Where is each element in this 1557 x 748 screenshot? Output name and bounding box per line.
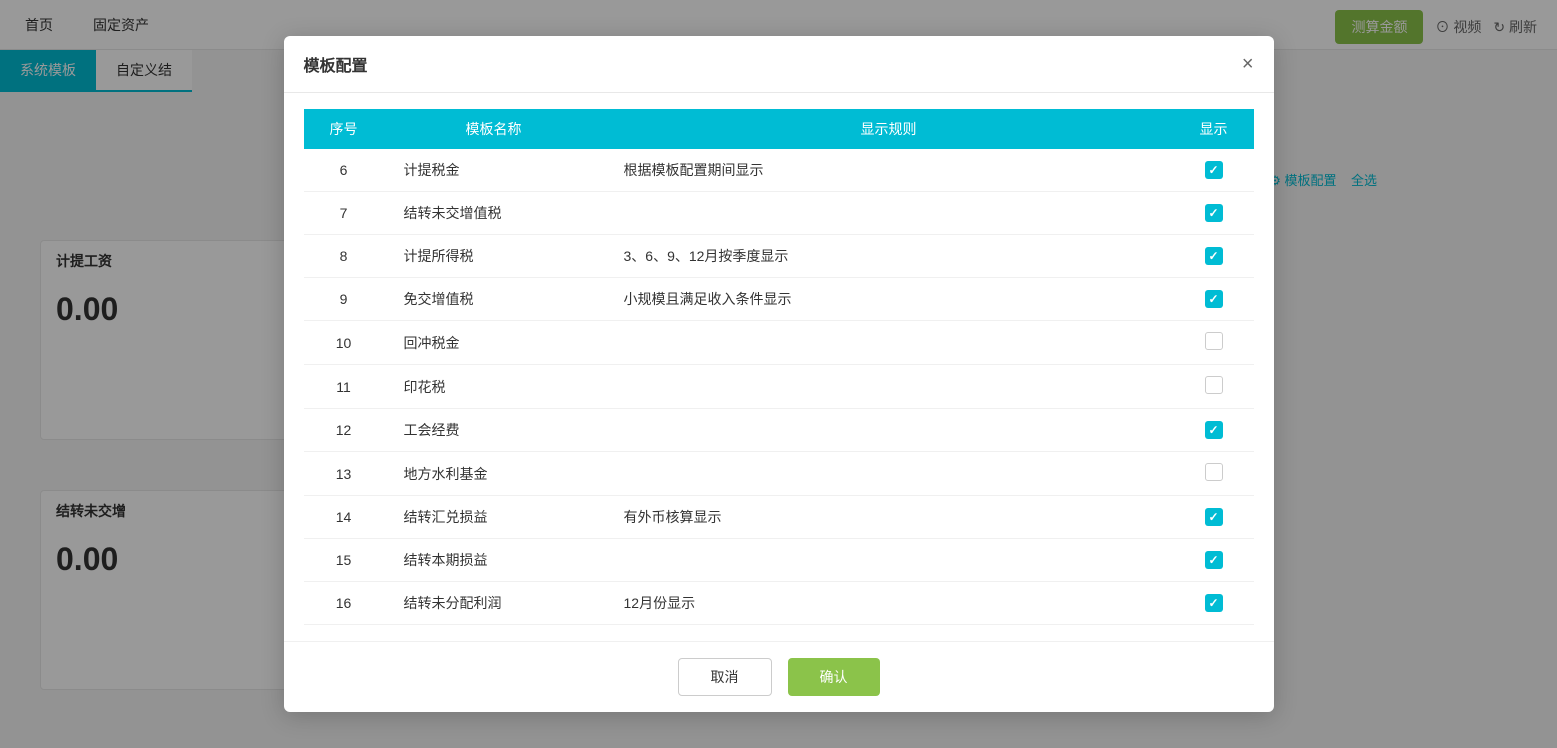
table-row: 8计提所得税3、6、9、12月按季度显示 [304, 235, 1254, 278]
template-config-modal: 模板配置 × 序号 模板名称 显示规则 显示 6计提税金根据模板配置期间显示7结… [284, 36, 1274, 712]
cell-check [1174, 192, 1254, 235]
cell-rule [604, 192, 1174, 235]
table-row: 14结转汇兑损益有外币核算显示 [304, 496, 1254, 539]
modal-title: 模板配置 [304, 52, 368, 76]
col-header-name: 模板名称 [384, 109, 604, 149]
cell-check [1174, 235, 1254, 278]
checkbox-11[interactable] [1205, 376, 1223, 394]
confirm-button[interactable]: 确认 [788, 658, 880, 696]
table-row: 13地方水利基金 [304, 452, 1254, 496]
cell-rule [604, 539, 1174, 582]
cell-check [1174, 149, 1254, 192]
table-row: 12工会经费 [304, 409, 1254, 452]
cancel-button[interactable]: 取消 [678, 658, 772, 696]
cell-id: 10 [304, 321, 384, 365]
cell-check [1174, 496, 1254, 539]
checkbox-9[interactable] [1205, 290, 1223, 308]
checkbox-6[interactable] [1205, 161, 1223, 179]
cell-id: 9 [304, 278, 384, 321]
checkbox-7[interactable] [1205, 204, 1223, 222]
checkbox-10[interactable] [1205, 332, 1223, 350]
table-row: 9免交增值税小规模且满足收入条件显示 [304, 278, 1254, 321]
cell-check [1174, 452, 1254, 496]
modal-overlay: 模板配置 × 序号 模板名称 显示规则 显示 6计提税金根据模板配置期间显示7结… [0, 0, 1557, 748]
cell-id: 6 [304, 149, 384, 192]
col-header-display: 显示 [1174, 109, 1254, 149]
table-row: 11印花税 [304, 365, 1254, 409]
modal-close-button[interactable]: × [1242, 54, 1254, 74]
cell-name: 工会经费 [384, 409, 604, 452]
cell-name: 结转本期损益 [384, 539, 604, 582]
cell-name: 结转未分配利润 [384, 582, 604, 625]
cell-rule: 3、6、9、12月按季度显示 [604, 235, 1174, 278]
checkbox-12[interactable] [1205, 421, 1223, 439]
cell-id: 13 [304, 452, 384, 496]
cell-rule [604, 365, 1174, 409]
cell-rule: 根据模板配置期间显示 [604, 149, 1174, 192]
col-header-id: 序号 [304, 109, 384, 149]
cell-rule: 小规模且满足收入条件显示 [604, 278, 1174, 321]
cell-check [1174, 365, 1254, 409]
cell-id: 7 [304, 192, 384, 235]
table-head: 序号 模板名称 显示规则 显示 [304, 109, 1254, 149]
cell-check [1174, 539, 1254, 582]
cell-id: 15 [304, 539, 384, 582]
checkbox-8[interactable] [1205, 247, 1223, 265]
checkbox-15[interactable] [1205, 551, 1223, 569]
config-table: 序号 模板名称 显示规则 显示 6计提税金根据模板配置期间显示7结转未交增值税8… [304, 109, 1254, 625]
cell-id: 8 [304, 235, 384, 278]
table-row: 16结转未分配利润12月份显示 [304, 582, 1254, 625]
cell-rule: 有外币核算显示 [604, 496, 1174, 539]
modal-header: 模板配置 × [284, 36, 1274, 93]
cell-rule [604, 452, 1174, 496]
cell-rule: 12月份显示 [604, 582, 1174, 625]
cell-check [1174, 582, 1254, 625]
cell-check [1174, 409, 1254, 452]
cell-id: 11 [304, 365, 384, 409]
cell-name: 结转汇兑损益 [384, 496, 604, 539]
cell-name: 计提税金 [384, 149, 604, 192]
cell-rule [604, 409, 1174, 452]
table-row: 7结转未交增值税 [304, 192, 1254, 235]
modal-body: 序号 模板名称 显示规则 显示 6计提税金根据模板配置期间显示7结转未交增值税8… [284, 93, 1274, 641]
cell-id: 12 [304, 409, 384, 452]
cell-name: 结转未交增值税 [384, 192, 604, 235]
checkbox-13[interactable] [1205, 463, 1223, 481]
cell-name: 地方水利基金 [384, 452, 604, 496]
cell-id: 14 [304, 496, 384, 539]
cell-name: 免交增值税 [384, 278, 604, 321]
modal-footer: 取消 确认 [284, 641, 1274, 712]
table-row: 10回冲税金 [304, 321, 1254, 365]
cell-name: 印花税 [384, 365, 604, 409]
table-row: 6计提税金根据模板配置期间显示 [304, 149, 1254, 192]
table-row: 15结转本期损益 [304, 539, 1254, 582]
cell-check [1174, 278, 1254, 321]
cell-name: 计提所得税 [384, 235, 604, 278]
cell-name: 回冲税金 [384, 321, 604, 365]
checkbox-16[interactable] [1205, 594, 1223, 612]
cell-id: 16 [304, 582, 384, 625]
col-header-rule: 显示规则 [604, 109, 1174, 149]
cell-check [1174, 321, 1254, 365]
cell-rule [604, 321, 1174, 365]
checkbox-14[interactable] [1205, 508, 1223, 526]
table-body: 6计提税金根据模板配置期间显示7结转未交增值税8计提所得税3、6、9、12月按季… [304, 149, 1254, 625]
